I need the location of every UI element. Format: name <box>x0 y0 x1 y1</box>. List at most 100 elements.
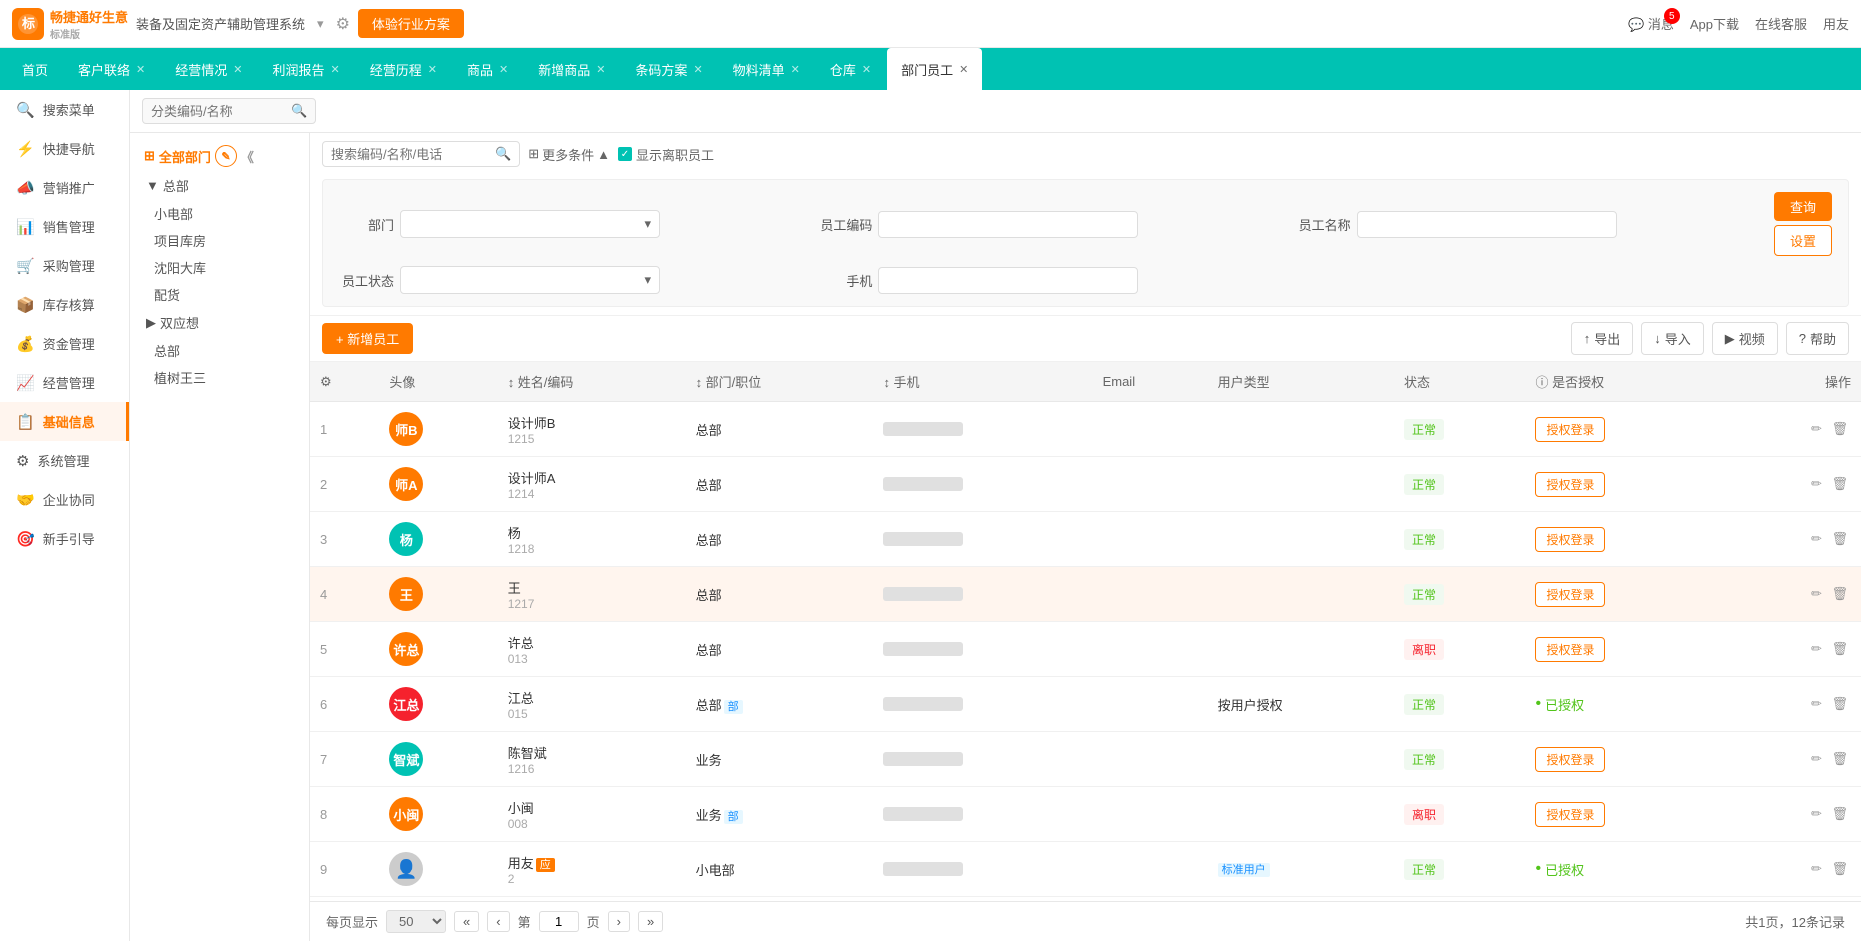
col-phone[interactable]: ↕ 手机 <box>873 362 1092 402</box>
tree-item-hq[interactable]: 总部 <box>138 337 301 364</box>
sidebar-item-collab[interactable]: 🤝 企业协同 <box>0 480 129 519</box>
sidebar-item-purchase[interactable]: 🛒 采购管理 <box>0 246 129 285</box>
tab-profit-close[interactable]: ✕ <box>331 63 340 76</box>
tab-dept-staff-close[interactable]: ✕ <box>959 63 968 76</box>
tab-bom[interactable]: 物料清单✕ <box>719 48 814 90</box>
tab-profit[interactable]: 利润报告✕ <box>258 48 353 90</box>
help-btn[interactable]: ? 帮助 <box>1786 322 1849 355</box>
tab-new-goods[interactable]: 新增商品✕ <box>524 48 619 90</box>
sidebar-item-sales[interactable]: 📊 销售管理 <box>0 207 129 246</box>
tree-item-distribution[interactable]: 配货 <box>138 281 301 308</box>
page-size-select[interactable]: 50 100 <box>386 910 446 933</box>
tab-new-goods-close[interactable]: ✕ <box>596 63 605 76</box>
tab-history-close[interactable]: ✕ <box>428 63 437 76</box>
sidebar-item-inventory[interactable]: 📦 库存核算 <box>0 285 129 324</box>
show-former-toggle[interactable]: ✓ 显示离职员工 <box>618 145 714 164</box>
edit-btn[interactable]: ✏ <box>1811 586 1822 601</box>
tab-warehouse-close[interactable]: ✕ <box>862 63 871 76</box>
edit-btn[interactable]: ✏ <box>1811 476 1822 491</box>
page-input[interactable] <box>539 911 579 932</box>
edit-btn[interactable]: ✏ <box>1811 421 1822 436</box>
edit-btn[interactable]: ✏ <box>1811 531 1822 546</box>
tab-customer-close[interactable]: ✕ <box>136 63 145 76</box>
tab-barcode-close[interactable]: ✕ <box>693 63 702 76</box>
tree-item-project-warehouse[interactable]: 项目库房 <box>138 227 301 254</box>
export-btn[interactable]: ↑ 导出 <box>1571 322 1634 355</box>
import-btn[interactable]: ↓ 导入 <box>1641 322 1704 355</box>
tree-item-small-electronics[interactable]: 小电部 <box>138 200 301 227</box>
view-btn[interactable]: ▶ 视频 <box>1712 322 1778 355</box>
status-select[interactable]: ▾ <box>400 266 660 294</box>
tree-edit-btn[interactable]: ✎ <box>215 145 237 167</box>
col-settings[interactable]: ⚙ <box>310 362 379 402</box>
auth-btn[interactable]: 授权登录 <box>1535 582 1605 607</box>
tab-goods-close[interactable]: ✕ <box>499 63 508 76</box>
auth-btn[interactable]: 授权登录 <box>1535 472 1605 497</box>
query-btn[interactable]: 查询 <box>1774 192 1832 221</box>
next-page-btn[interactable]: › <box>608 911 630 932</box>
delete-btn[interactable]: 🗑 <box>1831 696 1848 711</box>
delete-btn[interactable]: 🗑 <box>1831 861 1848 876</box>
edit-btn[interactable]: ✏ <box>1811 751 1822 766</box>
last-page-btn[interactable]: » <box>638 911 663 932</box>
tab-operation-close[interactable]: ✕ <box>233 63 242 76</box>
tree-collapse-btn[interactable]: 《 <box>241 147 254 166</box>
delete-btn[interactable]: 🗑 <box>1831 586 1848 601</box>
tab-goods[interactable]: 商品✕ <box>453 48 522 90</box>
category-search-input[interactable] <box>151 104 291 119</box>
sidebar-item-system-mgmt[interactable]: ⚙ 系统管理 <box>0 441 129 480</box>
col-dept-position[interactable]: ↕ 部门/职位 <box>686 362 874 402</box>
more-filter-btn[interactable]: ⊞ 更多条件 ▲ <box>528 145 610 164</box>
phone-input[interactable] <box>878 267 1138 294</box>
tab-bom-close[interactable]: ✕ <box>791 63 800 76</box>
sidebar-item-search[interactable]: 🔍 搜索菜单 <box>0 90 129 129</box>
tree-root[interactable]: ⊞ 全部部门 ✎ 《 <box>138 141 301 171</box>
delete-btn[interactable]: 🗑 <box>1831 806 1848 821</box>
sidebar-item-shortcuts[interactable]: ⚡ 快捷导航 <box>0 129 129 168</box>
online-service[interactable]: 在线客服 <box>1755 14 1807 33</box>
code-input[interactable] <box>878 211 1138 238</box>
delete-btn[interactable]: 🗑 <box>1831 531 1848 546</box>
message-badge[interactable]: 💬 消息 5 <box>1628 14 1674 33</box>
edit-btn[interactable]: ✏ <box>1811 806 1822 821</box>
set-btn[interactable]: 设置 <box>1774 225 1832 256</box>
delete-btn[interactable]: 🗑 <box>1831 476 1848 491</box>
tree-item-shenyang[interactable]: 沈阳大库 <box>138 254 301 281</box>
tab-history[interactable]: 经营历程✕ <box>356 48 451 90</box>
delete-btn[interactable]: 🗑 <box>1831 421 1848 436</box>
delete-btn[interactable]: 🗑 <box>1831 751 1848 766</box>
sidebar-item-finance[interactable]: 💰 资金管理 <box>0 324 129 363</box>
tree-item-headquarter[interactable]: ▼ 总部 <box>138 171 301 200</box>
tree-item-plant-king[interactable]: 植树王三 <box>138 364 301 391</box>
tab-customer[interactable]: 客户联络✕ <box>64 48 159 90</box>
trial-btn[interactable]: 体验行业方案 <box>358 9 464 38</box>
edit-btn[interactable]: ✏ <box>1811 641 1822 656</box>
app-download[interactable]: App下载 <box>1690 14 1739 33</box>
sidebar-item-marketing[interactable]: 📣 营销推广 <box>0 168 129 207</box>
sidebar-item-operation-mgmt[interactable]: 📈 经营管理 <box>0 363 129 402</box>
col-name-code[interactable]: ↕ 姓名/编码 <box>498 362 686 402</box>
staff-search-input[interactable] <box>331 147 491 162</box>
prev-page-btn[interactable]: ‹ <box>487 911 509 932</box>
category-search-box[interactable]: 🔍 <box>142 98 316 124</box>
dept-select[interactable]: ▾ <box>400 210 660 238</box>
tab-warehouse[interactable]: 仓库✕ <box>816 48 885 90</box>
tab-home[interactable]: 首页 <box>8 48 62 90</box>
name-input[interactable] <box>1357 211 1617 238</box>
tab-operation[interactable]: 经营情况✕ <box>161 48 256 90</box>
auth-btn[interactable]: 授权登录 <box>1535 802 1605 827</box>
auth-btn[interactable]: 授权登录 <box>1535 527 1605 552</box>
auth-btn[interactable]: 授权登录 <box>1535 637 1605 662</box>
auth-btn[interactable]: 授权登录 <box>1535 417 1605 442</box>
sidebar-item-basic-info[interactable]: 📋 基础信息 <box>0 402 129 441</box>
settings-icon[interactable]: ⚙ <box>336 14 350 34</box>
auth-btn[interactable]: 授权登录 <box>1535 747 1605 772</box>
user-label[interactable]: 用友 <box>1823 14 1849 33</box>
edit-btn[interactable]: ✏ <box>1811 696 1822 711</box>
first-page-btn[interactable]: « <box>454 911 479 932</box>
staff-search-box[interactable]: 🔍 <box>322 141 520 167</box>
add-staff-btn[interactable]: + 新增员工 <box>322 323 413 354</box>
tree-item-shuangyingxiang[interactable]: ▶ 双应想 <box>138 308 301 337</box>
tab-dept-staff[interactable]: 部门员工✕ <box>887 48 982 90</box>
sidebar-item-guide[interactable]: 🎯 新手引导 <box>0 519 129 558</box>
